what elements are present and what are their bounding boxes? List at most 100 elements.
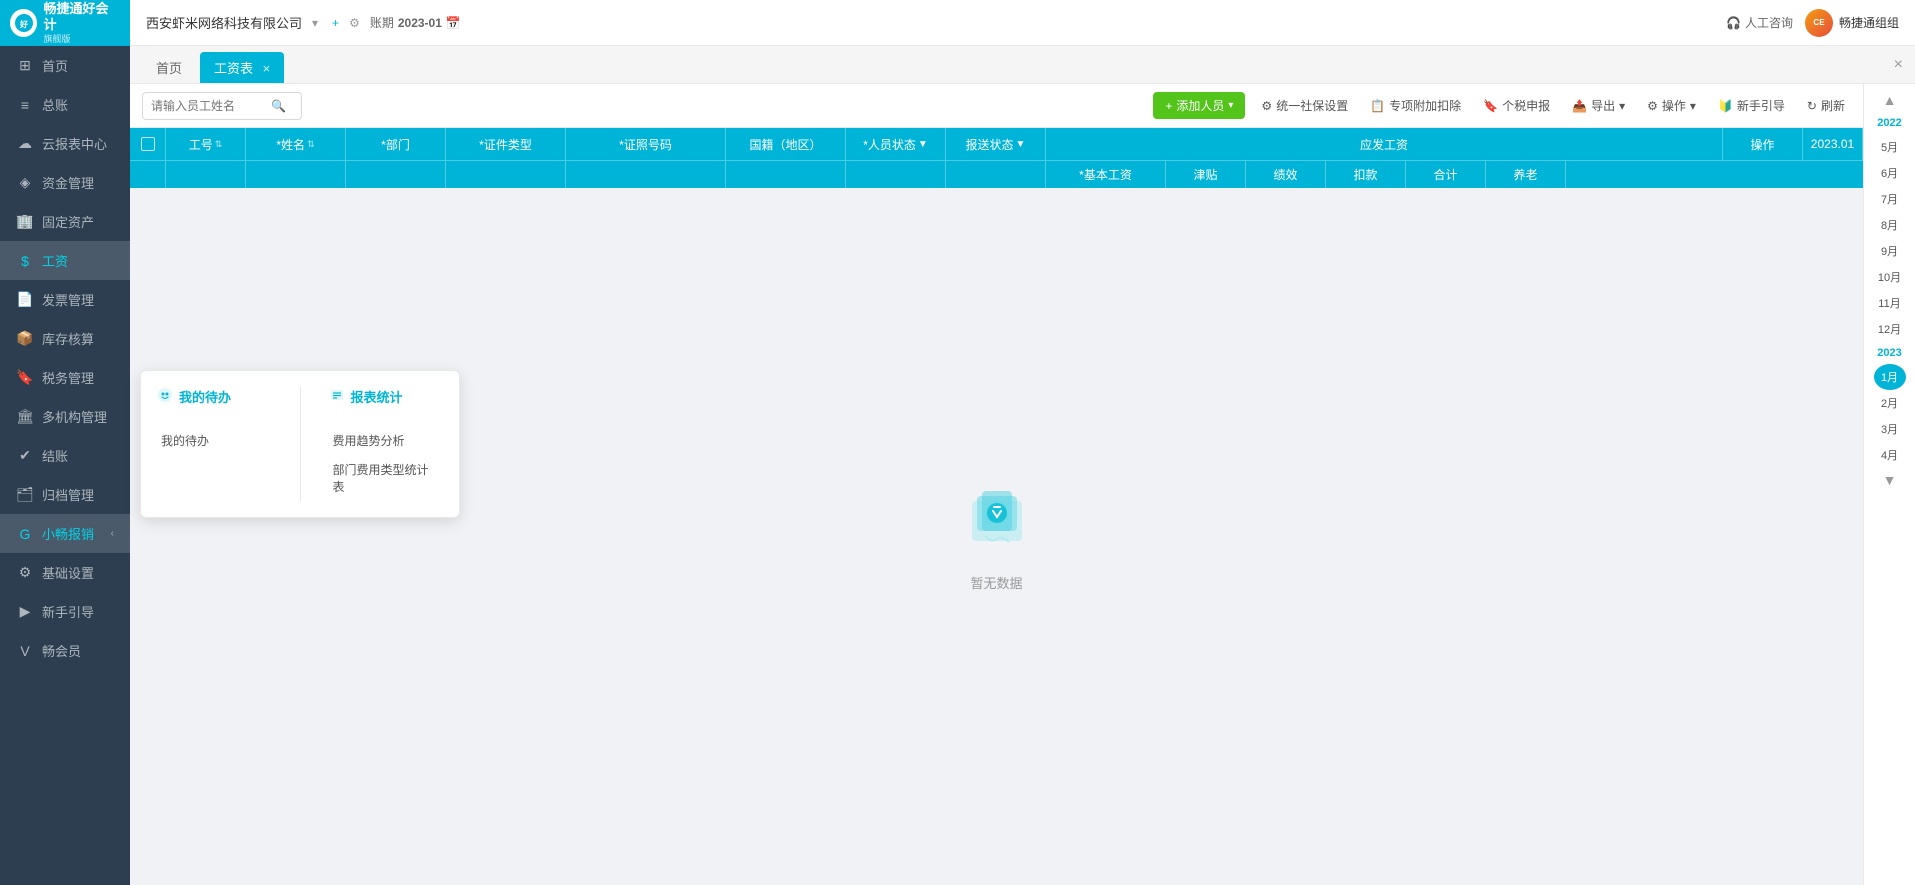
- month-2022-7[interactable]: 7月: [1864, 186, 1915, 212]
- tabbar: 首页 工资表 × ×: [130, 46, 1915, 84]
- popup-item-cost-trend[interactable]: 费用趋势分析: [329, 426, 444, 455]
- sidebar-item-salary[interactable]: $ 工资: [0, 241, 130, 280]
- company-dropdown[interactable]: ▾: [312, 16, 318, 30]
- popup-col-pending: 我的待办 我的待办: [157, 387, 272, 501]
- popup-col2-title-text: 报表统计: [351, 387, 403, 406]
- popup-item-dept-cost-label: 部门费用类型统计表: [333, 463, 429, 494]
- sidebar-item-fixed-assets[interactable]: 🏢 固定资产: [0, 202, 130, 241]
- sidebar-item-tax[interactable]: 🔖 税务管理: [0, 358, 130, 397]
- period-area: 账期 2023-01 📅: [370, 14, 461, 31]
- tab-home-label: 首页: [156, 61, 182, 76]
- filter-icon: ▼: [918, 139, 928, 150]
- company-name: 西安虾米网络科技有限公司: [146, 13, 302, 32]
- export-btn[interactable]: 📤 导出 ▾: [1566, 93, 1631, 118]
- sidebar-item-settle[interactable]: ✔ 结账: [0, 436, 130, 475]
- close-panel-icon[interactable]: ×: [1894, 56, 1903, 74]
- settings-icon[interactable]: ⚙: [349, 16, 360, 30]
- period-label: 账期: [370, 14, 394, 31]
- sidebar-item-archive[interactable]: 🗂 归档管理: [0, 475, 130, 514]
- sidebar-item-ledger[interactable]: ≡ 总账: [0, 85, 130, 124]
- th-certno[interactable]: *证照号码: [566, 128, 726, 160]
- th-performance[interactable]: 绩效: [1246, 161, 1326, 188]
- th-status[interactable]: *人员状态 ▼: [846, 128, 946, 160]
- th-dept[interactable]: *部门: [346, 128, 446, 160]
- th-subsidy[interactable]: 津贴: [1166, 161, 1246, 188]
- refresh-btn[interactable]: ↻ 刷新: [1801, 93, 1851, 118]
- popup-col1-title: 我的待办: [157, 387, 272, 414]
- date-up-nav[interactable]: ▲: [1879, 88, 1901, 112]
- popup-item-dept-cost[interactable]: 部门费用类型统计表: [329, 455, 444, 501]
- topbar: 西安虾米网络科技有限公司 ▾ + ⚙ 账期 2023-01 📅 🎧 人工咨询 C…: [130, 0, 1915, 46]
- th-pension[interactable]: 养老: [1486, 161, 1566, 188]
- search-input[interactable]: [151, 99, 271, 113]
- export-arrow-icon: ▾: [1619, 99, 1625, 113]
- th-country[interactable]: 国籍（地区）: [726, 128, 846, 160]
- month-2023-2[interactable]: 2月: [1864, 390, 1915, 416]
- sidebar-item-inventory[interactable]: 📦 库存核算: [0, 319, 130, 358]
- month-2023-1[interactable]: 1月: [1874, 364, 1906, 390]
- th-deduction[interactable]: 扣款: [1326, 161, 1406, 188]
- operations-btn[interactable]: ⚙ 操作 ▾: [1641, 93, 1702, 118]
- th-total[interactable]: 合计: [1406, 161, 1486, 188]
- month-2022-8[interactable]: 8月: [1864, 212, 1915, 238]
- month-2022-9[interactable]: 9月: [1864, 238, 1915, 264]
- popup-item-pending[interactable]: 我的待办: [157, 426, 272, 455]
- month-2023-3[interactable]: 3月: [1864, 416, 1915, 442]
- period-value: 2023-01: [398, 16, 442, 30]
- sidebar-item-cloud-report[interactable]: ☁ 云报表中心: [0, 124, 130, 163]
- month-2023-4[interactable]: 4月: [1864, 442, 1915, 468]
- month-2022-5[interactable]: 5月: [1864, 134, 1915, 160]
- sidebar-item-multi-org[interactable]: 🏛 多机构管理: [0, 397, 130, 436]
- sidebar-item-home[interactable]: ⊞ 首页: [0, 46, 130, 85]
- new-guide-btn[interactable]: 🔰 新手引导: [1712, 93, 1791, 118]
- sidebar-item-label: 结账: [42, 446, 68, 465]
- sidebar-item-basic[interactable]: ⚙ 基础设置: [0, 553, 130, 592]
- sidebar-item-label: 畅会员: [42, 641, 81, 660]
- popup-menu: 我的待办 我的待办 报表统计 费用趋势分析: [140, 370, 460, 518]
- tax-report-btn[interactable]: 🔖 个税申报: [1477, 93, 1556, 118]
- date-down-nav[interactable]: ▼: [1879, 468, 1901, 492]
- month-2022-12[interactable]: 12月: [1864, 316, 1915, 342]
- month-2022-10[interactable]: 10月: [1864, 264, 1915, 290]
- sidebar-item-xiaochang[interactable]: G 小畅报销 ‹: [0, 514, 130, 553]
- th-send[interactable]: 报送状态 ▼: [946, 128, 1046, 160]
- tab-close-icon[interactable]: ×: [263, 61, 271, 76]
- th-id[interactable]: 工号 ⇅: [166, 128, 246, 160]
- sidebar-item-guide[interactable]: ▶ 新手引导: [0, 592, 130, 631]
- th-certtype[interactable]: *证件类型: [446, 128, 566, 160]
- inventory-icon: 📦: [16, 330, 34, 347]
- help-label: 人工咨询: [1745, 14, 1793, 31]
- th-base-salary[interactable]: *基本工资: [1046, 161, 1166, 188]
- special-deduction-btn[interactable]: 📋 专项附加扣除: [1364, 93, 1467, 118]
- salary-icon: $: [16, 253, 34, 269]
- logo-icon: 好: [10, 9, 37, 37]
- add-company-btn[interactable]: +: [332, 16, 339, 30]
- logo-text-area: 畅捷通好会计 旗舰版: [43, 1, 120, 45]
- social-insurance-icon: ⚙: [1261, 99, 1272, 113]
- sidebar-item-funds[interactable]: ◈ 资金管理: [0, 163, 130, 202]
- sidebar-item-label: 归档管理: [42, 485, 94, 504]
- add-person-button[interactable]: + 添加人员 ▾: [1153, 92, 1245, 119]
- search-box: 🔍: [142, 92, 302, 120]
- dropdown-arrow-icon: ▾: [1228, 100, 1233, 111]
- help-button[interactable]: 🎧 人工咨询: [1726, 14, 1793, 31]
- calendar-icon[interactable]: 📅: [446, 16, 461, 30]
- tab-salary-label: 工资表: [214, 61, 253, 76]
- settle-icon: ✔: [16, 447, 34, 464]
- search-icon[interactable]: 🔍: [271, 99, 286, 113]
- tab-home[interactable]: 首页: [142, 52, 196, 83]
- new-guide-label: 新手引导: [1737, 97, 1785, 114]
- invoice-icon: 📄: [16, 291, 34, 308]
- sidebar-item-label: 多机构管理: [42, 407, 107, 426]
- social-insurance-btn[interactable]: ⚙ 统一社保设置: [1255, 93, 1354, 118]
- sidebar-item-invoice[interactable]: 📄 发票管理: [0, 280, 130, 319]
- month-2022-11[interactable]: 11月: [1864, 290, 1915, 316]
- select-all-checkbox[interactable]: [130, 128, 166, 160]
- th-name[interactable]: *姓名 ⇅: [246, 128, 346, 160]
- user-area[interactable]: CE 畅捷通组组: [1805, 9, 1899, 37]
- special-deduction-label: 专项附加扣除: [1389, 97, 1461, 114]
- tab-salary[interactable]: 工资表 ×: [200, 52, 284, 83]
- month-2022-6[interactable]: 6月: [1864, 160, 1915, 186]
- toolbar-right: + 添加人员 ▾ ⚙ 统一社保设置 📋 专项附加扣除 🔖 个税申报: [1153, 92, 1851, 119]
- sidebar-item-member[interactable]: V 畅会员: [0, 631, 130, 670]
